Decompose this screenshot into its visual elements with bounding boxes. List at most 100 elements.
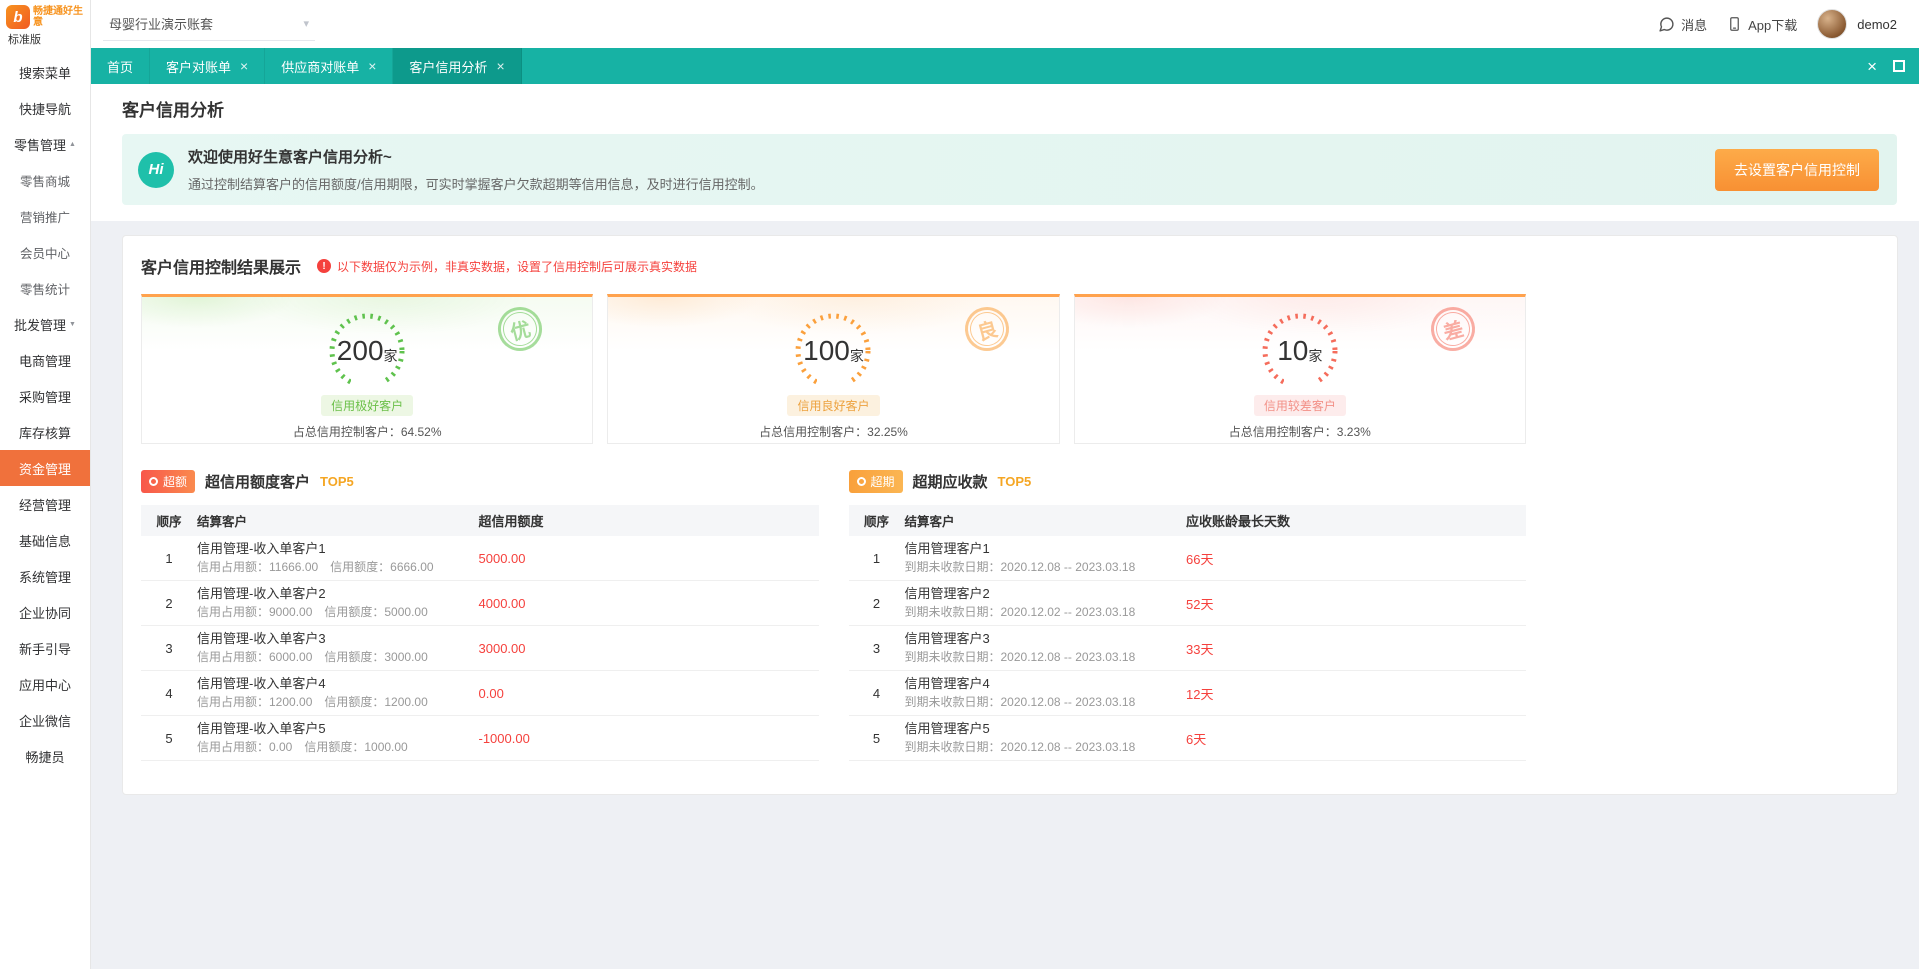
sidebar-item-14[interactable]: 基础信息	[0, 522, 90, 558]
row-value: 3000.00	[478, 640, 526, 656]
row-index: 3	[165, 640, 173, 656]
sidebar-item-3[interactable]: 零售管理 ▲	[0, 126, 90, 162]
sidebar-item-18[interactable]: 应用中心	[0, 666, 90, 702]
gauge-count-unit: 家	[383, 348, 398, 364]
customer-detail: 到期未收款日期：2020.12.08 -- 2023.03.18	[904, 650, 1136, 664]
setup-credit-control-button[interactable]: 去设置客户信用控制	[1715, 148, 1879, 191]
table-row: 3 信用管理-收入单客户3 信用占用额：6000.00 信用额度：3000.00 30…	[141, 626, 819, 671]
sidebar-item-label: 基础信息	[18, 533, 71, 549]
table-title-row: 超期 超期应收款 TOP5	[848, 470, 1527, 493]
sidebar-item-12[interactable]: 资金管理	[0, 450, 90, 486]
table-badge-label: 超期	[870, 475, 895, 489]
tab-3[interactable]: 供应商对账单 ×	[265, 48, 394, 84]
gauge-count-number: 100	[803, 335, 850, 366]
table-row: 2 信用管理-收入单客户2 信用占用额：9000.00 信用额度：5000.00 40…	[141, 581, 819, 626]
row-customer: 信用管理客户5 到期未收款日期：2020.12.08 -- 2023.03.18	[905, 721, 1187, 755]
sidebar-item-label: 企业微信	[18, 713, 71, 729]
table-row: 1 信用管理客户1 到期未收款日期：2020.12.08 -- 2023.03.18…	[848, 536, 1526, 581]
gauge-footer-text: 占总信用控制客户：32.25%	[759, 425, 908, 439]
sidebar-item-7[interactable]: 零售统计	[0, 270, 90, 306]
credit-level-badge: 信用良好客户	[787, 395, 880, 416]
customer-detail: 信用占用额：6000.00 信用额度：3000.00	[197, 650, 428, 664]
chevron-up-icon: ▲	[69, 140, 76, 148]
sidebar-item-17[interactable]: 新手引导	[0, 630, 90, 666]
table-block-1: 超额 超信用额度客户 TOP5 顺序 结算客户 超信用额度 1 信用管理-收入单客户1 信用占用…	[141, 470, 819, 761]
row-customer: 信用管理-收入单客户3 信用占用额：6000.00 信用额度：3000.00	[197, 631, 479, 665]
customer-detail: 到期未收款日期：2020.12.08 -- 2023.03.18	[904, 560, 1136, 574]
row-value: 4000.00	[478, 595, 526, 611]
gauge-count: 100 家	[792, 310, 874, 392]
topbar-actions: 消息 App下载 demo2	[1658, 9, 1897, 39]
row-value: 0.00	[478, 685, 504, 701]
row-value: 6天	[1186, 731, 1207, 747]
customer-detail: 信用占用额：0.00 信用额度：1000.00	[197, 740, 408, 754]
sidebar-item-10[interactable]: 采购管理	[0, 378, 90, 414]
account-selector[interactable]: 母婴行业演示账套 ▾	[103, 7, 315, 41]
topbar: 母婴行业演示账套 ▾ 消息 App下载 demo2	[91, 0, 1919, 48]
row-index: 2	[872, 595, 881, 611]
sidebar-item-6[interactable]: 会员中心	[0, 234, 90, 270]
message-icon	[1659, 16, 1674, 32]
gauge-ring: 10 家	[1259, 310, 1341, 392]
fullscreen-icon[interactable]	[1893, 60, 1905, 72]
row-customer: 信用管理-收入单客户4 信用占用额：1200.00 信用额度：1200.00	[197, 676, 479, 710]
row-index: 4	[165, 685, 173, 701]
sidebar-item-20[interactable]: 畅捷员	[0, 738, 90, 774]
sidebar-item-11[interactable]: 库存核算	[0, 414, 90, 450]
sidebar-item-4[interactable]: 零售商城	[0, 162, 90, 198]
customer-detail: 到期未收款日期：2020.12.08 -- 2023.03.18	[904, 695, 1136, 709]
close-icon[interactable]: ×	[496, 59, 504, 73]
table-row: 4 信用管理客户4 到期未收款日期：2020.12.08 -- 2023.03.18…	[848, 671, 1526, 716]
sidebar-item-label: 畅捷员	[25, 749, 65, 765]
sidebar-item-16[interactable]: 企业协同	[0, 594, 90, 630]
row-value: 12天	[1186, 686, 1214, 702]
gauge-count: 200 家	[326, 310, 408, 392]
sidebar-item-label: 零售商城	[19, 174, 70, 189]
credit-level-badge: 信用较差客户	[1253, 395, 1346, 416]
sidebar-item-13[interactable]: 经营管理	[0, 486, 90, 522]
tab-1[interactable]: 首页	[91, 48, 151, 84]
phone-icon	[1730, 17, 1739, 31]
sidebar-item-19[interactable]: 企业微信	[0, 702, 90, 738]
gauge-ring: 100 家	[792, 310, 874, 392]
table-row: 4 信用管理-收入单客户4 信用占用额：1200.00 信用额度：1200.00 0.…	[141, 671, 819, 716]
avatar[interactable]	[1817, 9, 1848, 39]
close-icon[interactable]: ×	[240, 59, 248, 73]
sidebar-nav: 搜索菜单 快捷导航 零售管理 ▲ 零售商城营销推广 会员中心零售统计批发管理 ▼ 电商管理采购…	[0, 50, 90, 969]
gauge-count-number: 200	[336, 335, 384, 366]
customer-name: 信用管理客户5	[904, 721, 990, 736]
sidebar-item-8[interactable]: 批发管理 ▼	[0, 306, 90, 342]
sidebar-item-label: 零售统计	[19, 282, 70, 297]
close-icon[interactable]: ×	[368, 59, 376, 73]
grade-stamp-icon: 良	[959, 302, 1014, 356]
row-customer: 信用管理客户4 到期未收款日期：2020.12.08 -- 2023.03.18	[905, 676, 1187, 710]
app-download-button[interactable]: App下载	[1727, 15, 1797, 34]
tab-2[interactable]: 客户对账单 ×	[150, 48, 266, 84]
sidebar-item-15[interactable]: 系统管理	[0, 558, 90, 594]
table-row: 5 信用管理客户5 到期未收款日期：2020.12.08 -- 2023.03.18…	[848, 716, 1526, 761]
messages-button[interactable]: 消息	[1658, 15, 1707, 34]
column-header: 超信用额度	[478, 514, 544, 529]
main-column: 母婴行业演示账套 ▾ 消息 App下载 demo2 首页 客户对账单 × 供应商对账单…	[91, 0, 1919, 969]
warning-icon: !	[317, 259, 332, 273]
sidebar-item-9[interactable]: 电商管理	[0, 342, 90, 378]
customer-detail: 到期未收款日期：2020.12.08 -- 2023.03.18	[904, 740, 1136, 754]
sidebar-item-1[interactable]: 搜索菜单	[0, 54, 90, 90]
app-logo[interactable]: b 畅捷通好生意 标准版	[0, 0, 90, 50]
row-customer: 信用管理客户1 到期未收款日期：2020.12.08 -- 2023.03.18	[905, 541, 1187, 575]
table-row: 5 信用管理-收入单客户5 信用占用额：0.00 信用额度：1000.00 -1000…	[141, 716, 819, 761]
chevron-down-icon: ▼	[69, 320, 76, 328]
sidebar-item-label: 电商管理	[18, 353, 71, 369]
page-content: 客户信用分析 Hi 欢迎使用好生意客户信用分析~ 通过控制结算客户的信用额度/信…	[91, 84, 1919, 969]
sidebar-item-2[interactable]: 快捷导航	[0, 90, 90, 126]
close-all-tabs-icon[interactable]: ×	[1867, 58, 1877, 75]
table-badge-label: 超额	[163, 475, 188, 489]
account-selector-value: 母婴行业演示账套	[109, 17, 214, 32]
section-title: 客户信用控制结果展示	[141, 260, 302, 277]
tab-4[interactable]: 客户信用分析 ×	[393, 48, 522, 84]
welcome-title: 欢迎使用好生意客户信用分析~	[188, 149, 392, 166]
customer-name: 信用管理客户3	[904, 631, 990, 646]
gauge-count-unit: 家	[1308, 348, 1323, 364]
top5-label: TOP5	[320, 474, 354, 489]
sidebar-item-5[interactable]: 营销推广	[0, 198, 90, 234]
